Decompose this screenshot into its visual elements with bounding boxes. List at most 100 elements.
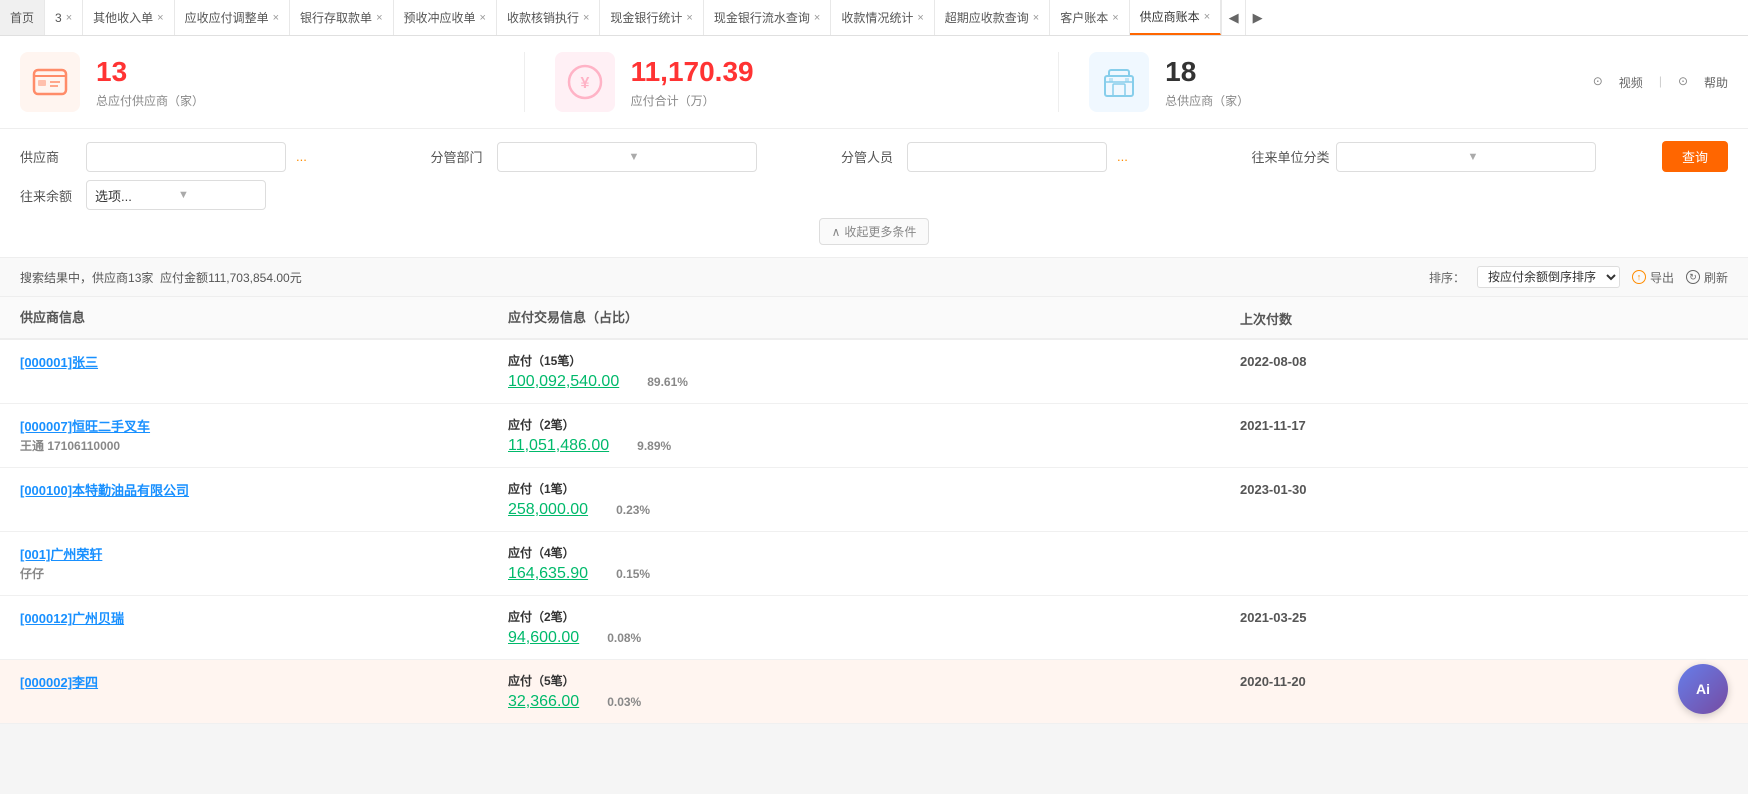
filter-person: 分管人员 ... (841, 142, 1252, 172)
result-bar: 搜索结果中，供应商13家 应付金额111,703,854.00元 排序： 按应付… (0, 258, 1748, 297)
nav-tab-cash-bank-stat-close[interactable]: × (686, 12, 692, 24)
nav-tab-collection-verify-label: 收款核销执行 (507, 9, 579, 26)
payable-total-number: 11,170.39 (631, 55, 754, 89)
nav-tab-advance-collection-close[interactable]: × (480, 12, 486, 24)
nav-tab-collection-stat[interactable]: 收款情况统计 × (831, 0, 934, 35)
payable-amount-012[interactable]: 94,600.00 (508, 629, 579, 647)
nav-next-arrow[interactable]: ▶ (1245, 0, 1269, 36)
query-button[interactable]: 查询 (1662, 141, 1728, 172)
payable-suppliers-info: 13 总应付供应商（家） (96, 55, 204, 110)
supplier-info-100: [000100]本特勤油品有限公司 (20, 480, 508, 499)
payable-percent-001: 89.61% (647, 375, 688, 389)
col-header-lastpay: 上次付数 (1240, 307, 1728, 328)
help-link[interactable]: 帮助 (1704, 74, 1728, 91)
supplier-link-002[interactable]: [000002]李四 (20, 675, 98, 690)
video-link[interactable]: 视频 (1619, 74, 1643, 91)
payable-label-001: 应付（15笔） (508, 352, 1240, 369)
lastpay-002: 2020-11-20 (1240, 672, 1728, 689)
refresh-button[interactable]: ↻ 刷新 (1686, 269, 1728, 286)
balance-label: 往来余额 (20, 186, 80, 205)
nav-tab-other-income-close[interactable]: × (157, 12, 163, 24)
balance-dropdown[interactable]: 选项... ▼ (86, 180, 266, 210)
dept-dropdown[interactable]: ▼ (497, 142, 757, 172)
supplier-sub-001g: 仔仔 (20, 565, 508, 582)
nav-tab-customer-account[interactable]: 客户账本 × (1050, 0, 1129, 35)
table-row: [000012]广州贝瑞 应付（2笔） 94,600.00 0.08% 2021… (0, 596, 1748, 660)
supplier-link-007[interactable]: [000007]恒旺二手叉车 (20, 419, 150, 434)
nav-tab-collection-verify-close[interactable]: × (583, 12, 589, 24)
dept-arrow: ▼ (629, 151, 748, 163)
payable-amount-002[interactable]: 32,366.00 (508, 693, 579, 711)
supplier-input[interactable] (86, 142, 286, 172)
payable-amount-001g[interactable]: 164,635.90 (508, 565, 588, 583)
supplier-sub-007: 王通 17106110000 (20, 437, 508, 454)
supplier-info-007: [000007]恒旺二手叉车 王通 17106110000 (20, 416, 508, 454)
nav-tab-supplier-account-label: 供应商账本 (1140, 8, 1200, 25)
nav-tab-collection-stat-label: 收款情况统计 (841, 9, 913, 26)
payable-label-012: 应付（2笔） (508, 608, 1240, 625)
refresh-icon: ↻ (1686, 270, 1700, 284)
nav-prev-arrow[interactable]: ◀ (1221, 0, 1245, 36)
supplier-link-001[interactable]: [000001]张三 (20, 355, 98, 370)
table-row: [001]广州荣轩 仔仔 应付（4笔） 164,635.90 0.15% (0, 532, 1748, 596)
nav-tab-supplier-account-close[interactable]: × (1204, 11, 1210, 23)
person-input[interactable] (907, 142, 1107, 172)
nav-tab-advance-collection[interactable]: 预收冲应收单 × (394, 0, 497, 35)
nav-tab-cash-bank-flow[interactable]: 现金银行流水查询 × (704, 0, 831, 35)
result-summary: 搜索结果中，供应商13家 应付金额111,703,854.00元 (20, 269, 302, 286)
supplier-link-012[interactable]: [000012]广州贝瑞 (20, 611, 124, 626)
total-suppliers-info: 18 总供应商（家） (1165, 55, 1249, 110)
supplier-table: 供应商信息 应付交易信息（占比） 上次付数 [000001]张三 应付（15笔）… (0, 297, 1748, 724)
collapse-button[interactable]: ∧ 收起更多条件 (819, 218, 930, 245)
payable-label-100: 应付（1笔） (508, 480, 1240, 497)
payable-percent-002: 0.03% (607, 695, 641, 709)
col-header-payable: 应付交易信息（占比） (508, 307, 1240, 328)
nav-tab-cash-bank-flow-close[interactable]: × (814, 12, 820, 24)
nav-tab-overdue-query-label: 超期应收款查询 (945, 9, 1029, 26)
supplier-link-001g[interactable]: [001]广州荣轩 (20, 547, 102, 562)
collapse-label: 收起更多条件 (844, 223, 916, 240)
nav-tab-cash-bank-stat[interactable]: 现金银行统计 × (600, 0, 703, 35)
nav-tab-collection-verify[interactable]: 收款核销执行 × (497, 0, 600, 35)
result-actions: 排序： 按应付余额倒序排序 ↑ 导出 ↻ 刷新 (1429, 266, 1728, 288)
balance-arrow: ▼ (178, 189, 257, 201)
top-navigation: 首页 3 × 其他收入单 × 应收应付调整单 × 银行存取款单 × 预收冲应收单… (0, 0, 1748, 36)
nav-tab-ar-adjust-close[interactable]: × (273, 12, 279, 24)
supplier-link-100[interactable]: [000100]本特勤油品有限公司 (20, 483, 189, 498)
export-button[interactable]: ↑ 导出 (1632, 269, 1674, 286)
payable-label-001g: 应付（4笔） (508, 544, 1240, 561)
payable-amount-001[interactable]: 100,092,540.00 (508, 373, 619, 391)
supplier-dots[interactable]: ... (296, 149, 307, 164)
nav-tab-other-income[interactable]: 其他收入单 × (83, 0, 174, 35)
ai-button[interactable]: Ai (1678, 664, 1728, 714)
table-header: 供应商信息 应付交易信息（占比） 上次付数 (0, 297, 1748, 340)
collapse-icon: ∧ (832, 225, 841, 239)
nav-tab-overdue-query[interactable]: 超期应收款查询 × (935, 0, 1050, 35)
nav-tab-3[interactable]: 3 × (45, 0, 83, 35)
svg-text:¥: ¥ (580, 75, 589, 92)
payable-amount-100[interactable]: 258,000.00 (508, 501, 588, 519)
person-dots[interactable]: ... (1117, 149, 1128, 164)
payable-label-007: 应付（2笔） (508, 416, 1240, 433)
payable-amount-007[interactable]: 11,051,486.00 (508, 437, 609, 455)
sort-select[interactable]: 按应付余额倒序排序 (1477, 266, 1620, 288)
person-label: 分管人员 (841, 147, 901, 166)
lastpay-012: 2021-03-25 (1240, 608, 1728, 625)
nav-tab-customer-account-close[interactable]: × (1112, 12, 1118, 24)
nav-tab-home[interactable]: 首页 (0, 0, 45, 35)
total-suppliers-number: 18 (1165, 55, 1249, 89)
nav-tab-ar-adjust[interactable]: 应收应付调整单 × (175, 0, 290, 35)
nav-tab-bank-deposit-label: 银行存取款单 (300, 9, 372, 26)
category-dropdown[interactable]: ▼ (1336, 142, 1596, 172)
payable-info-012: 应付（2笔） 94,600.00 0.08% (508, 608, 1240, 647)
help-icon: ⊙ (1678, 74, 1688, 91)
nav-tab-3-close[interactable]: × (66, 12, 72, 24)
nav-tab-bank-deposit-close[interactable]: × (376, 12, 382, 24)
nav-tab-bank-deposit[interactable]: 银行存取款单 × (290, 0, 393, 35)
lastpay-100: 2023-01-30 (1240, 480, 1728, 497)
table-row: [000002]李四 应付（5笔） 32,366.00 0.03% 2020-1… (0, 660, 1748, 724)
nav-tab-supplier-account[interactable]: 供应商账本 × (1130, 0, 1221, 35)
nav-tab-collection-stat-close[interactable]: × (917, 12, 923, 24)
filter-supplier: 供应商 ... (20, 142, 431, 172)
nav-tab-overdue-query-close[interactable]: × (1033, 12, 1039, 24)
